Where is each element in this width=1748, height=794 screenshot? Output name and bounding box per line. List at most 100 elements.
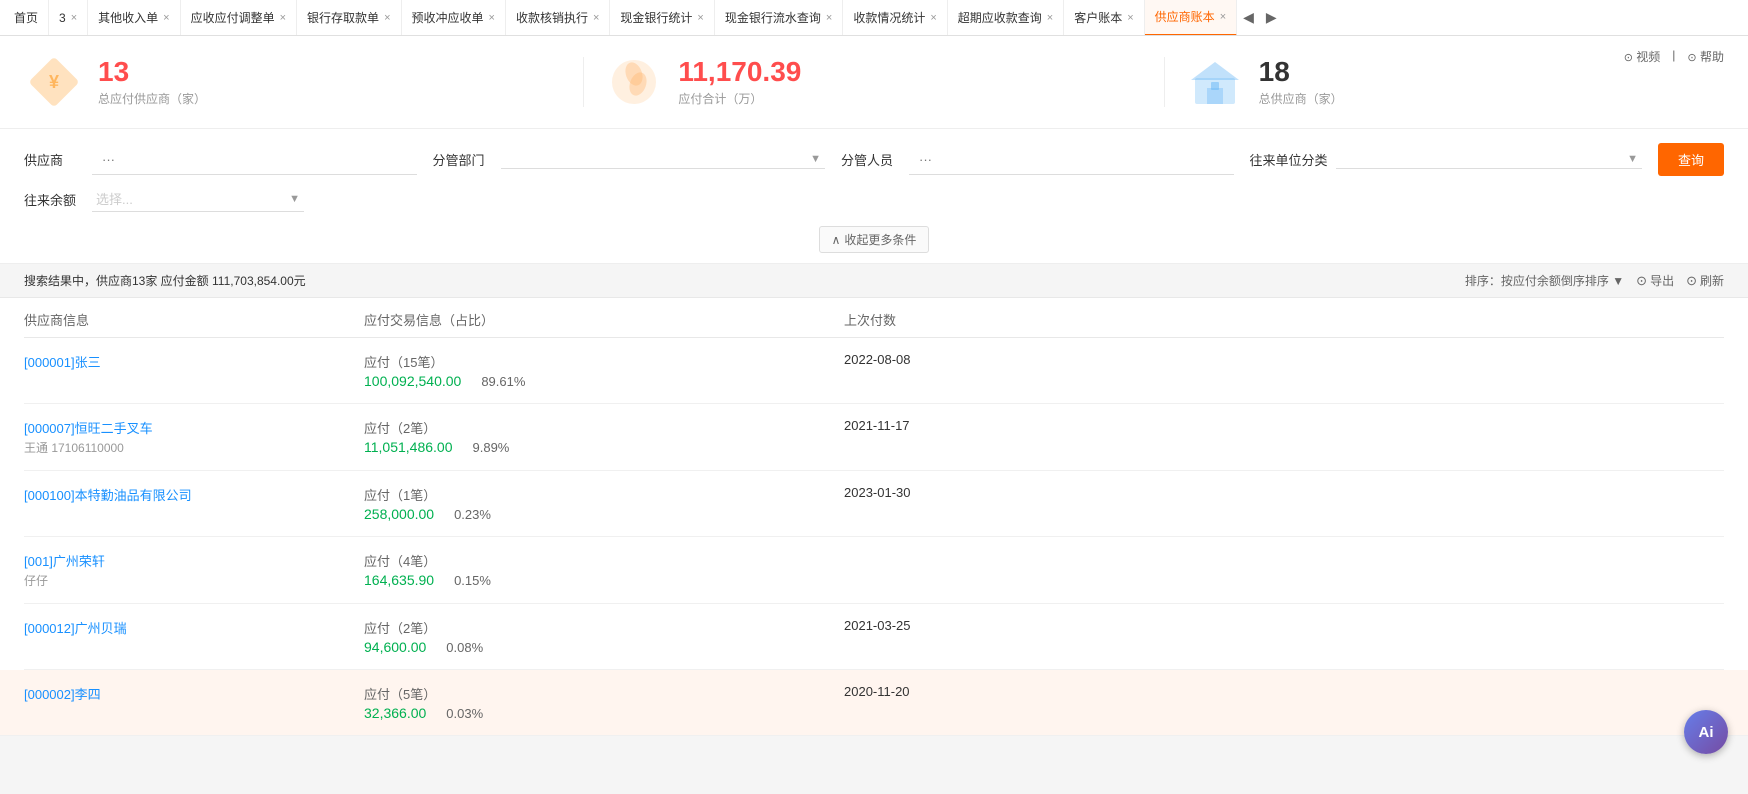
- transaction-cell-2: 应付（1笔） 258,000.00 0.23%: [364, 485, 844, 522]
- person-filter-label: 分管人员: [841, 150, 901, 169]
- nav-tab-advance[interactable]: 预收冲应收单 ×: [402, 0, 506, 36]
- supplier-filter-input[interactable]: [96, 148, 413, 171]
- nav-tab-supplier-book-close[interactable]: ×: [1220, 11, 1226, 23]
- trans-amount-2[interactable]: 258,000.00: [364, 506, 434, 522]
- nav-tab-other-income-close[interactable]: ×: [163, 12, 169, 24]
- supplier-link-1[interactable]: [000007]恒旺二手叉车: [24, 421, 153, 436]
- lastpay-cell-5: 2020-11-20: [844, 684, 1724, 699]
- nav-tab-supplier-book[interactable]: 供应商账本 ×: [1145, 0, 1237, 36]
- stat1-label: 总应付供应商（家）: [98, 90, 206, 107]
- trans-label-1: 应付（2笔）: [364, 418, 436, 437]
- nav-tab-bank-deposit-close[interactable]: ×: [384, 12, 390, 24]
- nav-tab-overdue[interactable]: 超期应收款查询 ×: [948, 0, 1064, 36]
- nav-tab-adjustment[interactable]: 应收应付调整单 ×: [181, 0, 297, 36]
- nav-tab-3-close[interactable]: ×: [71, 12, 77, 24]
- trans-percent-1: 9.89%: [473, 440, 510, 455]
- nav-tab-collection-stats[interactable]: 收款情况统计 ×: [843, 0, 947, 36]
- nav-tab-collection-stats-label: 收款情况统计: [853, 9, 925, 26]
- department-select[interactable]: ▼: [501, 150, 826, 169]
- stat-divider-2: [1164, 57, 1165, 107]
- nav-tab-home[interactable]: 首页: [4, 0, 49, 36]
- nav-tab-cash-flow[interactable]: 现金银行流水查询 ×: [715, 0, 843, 36]
- category-select[interactable]: ▼: [1336, 150, 1642, 169]
- help-icon: ⊙: [1687, 52, 1696, 64]
- trans-amount-0[interactable]: 100,092,540.00: [364, 373, 461, 389]
- nav-tab-adjustment-close[interactable]: ×: [280, 12, 286, 24]
- table-row: [000002]李四 应付（5笔） 32,366.00 0.03% 2020-1…: [0, 670, 1748, 736]
- balance-select[interactable]: 选择... ▼: [92, 186, 304, 212]
- trans-amount-5[interactable]: 32,366.00: [364, 705, 426, 721]
- stat-payable-total: 11,170.39 应付合计（万）: [604, 52, 1143, 112]
- nav-tab-other-income[interactable]: 其他收入单 ×: [88, 0, 180, 36]
- help-link[interactable]: ⊙ 帮助: [1687, 48, 1724, 65]
- nav-tab-collection-close[interactable]: ×: [593, 12, 599, 24]
- supplier-link-3[interactable]: [001]广州荣轩: [24, 554, 105, 569]
- total-suppliers-icon: [1185, 52, 1245, 112]
- nav-tab-customer-book[interactable]: 客户账本 ×: [1064, 0, 1144, 36]
- stat3-number: 18: [1259, 58, 1343, 86]
- nav-prev-arrow[interactable]: ◀: [1237, 9, 1260, 26]
- trans-amount-4[interactable]: 94,600.00: [364, 639, 426, 655]
- nav-tab-3[interactable]: 3 ×: [49, 0, 88, 36]
- nav-next-arrow[interactable]: ▶: [1260, 9, 1283, 26]
- trans-label-3: 应付（4笔）: [364, 551, 436, 570]
- trans-row-4: 应付（2笔）: [364, 618, 844, 637]
- nav-tab-other-income-label: 其他收入单: [98, 9, 158, 26]
- ai-button[interactable]: Ai: [1684, 710, 1728, 754]
- export-button[interactable]: ⊙ 导出: [1636, 272, 1674, 289]
- nav-tab-advance-close[interactable]: ×: [489, 12, 495, 24]
- separator: |: [1672, 48, 1675, 65]
- grain-icon: [606, 54, 662, 110]
- nav-tab-cash-flow-close[interactable]: ×: [826, 12, 832, 24]
- trans-label-5: 应付（5笔）: [364, 684, 436, 703]
- nav-tab-customer-book-close[interactable]: ×: [1127, 12, 1133, 24]
- nav-tab-overdue-label: 超期应收款查询: [958, 9, 1042, 26]
- supplier-cell-2: [000100]本特勤油品有限公司: [24, 485, 364, 504]
- supplier-cell-5: [000002]李四: [24, 684, 364, 703]
- payable-total-icon: [604, 52, 664, 112]
- nav-tab-cash-stats-label: 现金银行统计: [620, 9, 692, 26]
- stat2-content: 11,170.39 应付合计（万）: [678, 58, 801, 107]
- department-filter-label: 分管部门: [433, 150, 493, 169]
- nav-tab-cash-stats[interactable]: 现金银行统计 ×: [610, 0, 714, 36]
- nav-tab-cash-stats-close[interactable]: ×: [697, 12, 703, 24]
- supplier-sub-1: 王通 17106110000: [24, 439, 364, 456]
- refresh-button[interactable]: ⊙ 刷新: [1686, 272, 1724, 289]
- col-header-lastpay: 上次付数: [844, 310, 1724, 329]
- svg-text:¥: ¥: [49, 72, 59, 92]
- lastpay-cell-0: 2022-08-08: [844, 352, 1724, 367]
- stat2-number: 11,170.39: [678, 58, 801, 86]
- supplier-cell-4: [000012]广州贝瑞: [24, 618, 364, 637]
- nav-tab-collection-stats-close[interactable]: ×: [930, 12, 936, 24]
- supplier-link-0[interactable]: [000001]张三: [24, 355, 101, 370]
- supplier-link-2[interactable]: [000100]本特勤油品有限公司: [24, 488, 192, 503]
- video-link[interactable]: ⊙ 视频: [1624, 48, 1661, 65]
- table-row: [000007]恒旺二手叉车 王通 17106110000 应付（2笔） 11,…: [24, 404, 1724, 471]
- store-icon: [1187, 54, 1243, 110]
- results-actions: 排序：按应付余额倒序排序 ▼ ⊙ 导出 ⊙ 刷新: [1465, 272, 1724, 289]
- nav-tab-bank-deposit[interactable]: 银行存取款单 ×: [297, 0, 401, 36]
- trans-percent-5: 0.03%: [446, 706, 483, 721]
- nav-tab-overdue-close[interactable]: ×: [1047, 12, 1053, 24]
- supplier-link-5[interactable]: [000002]李四: [24, 687, 101, 702]
- stat3-content: 18 总供应商（家）: [1259, 58, 1343, 107]
- trans-amount-3[interactable]: 164,635.90: [364, 572, 434, 588]
- play-icon: ⊙: [1624, 52, 1633, 64]
- department-chevron-icon: ▼: [810, 153, 821, 165]
- top-navigation: 首页 3 × 其他收入单 × 应收应付调整单 × 银行存取款单 × 预收冲应收单…: [0, 0, 1748, 36]
- trans-amount-1[interactable]: 11,051,486.00: [364, 439, 453, 455]
- lastpay-date-1: 2021-11-17: [844, 418, 910, 433]
- sort-label[interactable]: 排序：按应付余额倒序排序 ▼: [1465, 272, 1624, 289]
- filter-balance: 往来余额 选择... ▼: [24, 186, 304, 212]
- trans-row-5: 应付（5笔）: [364, 684, 844, 703]
- collapse-button[interactable]: ∧ 收起更多条件: [819, 226, 930, 253]
- filter-supplier: 供应商: [24, 145, 417, 175]
- query-button[interactable]: 查询: [1658, 143, 1724, 176]
- person-filter-input[interactable]: [913, 148, 1230, 171]
- nav-tab-collection[interactable]: 收款核销执行 ×: [506, 0, 610, 36]
- stat1-content: 13 总应付供应商（家）: [98, 58, 206, 107]
- table-row: [001]广州荣轩 仔仔 应付（4笔） 164,635.90 0.15%: [24, 537, 1724, 604]
- filter-category: 往来单位分类 ▼: [1250, 150, 1643, 169]
- lastpay-date-2: 2023-01-30: [844, 485, 911, 500]
- supplier-link-4[interactable]: [000012]广州贝瑞: [24, 621, 127, 636]
